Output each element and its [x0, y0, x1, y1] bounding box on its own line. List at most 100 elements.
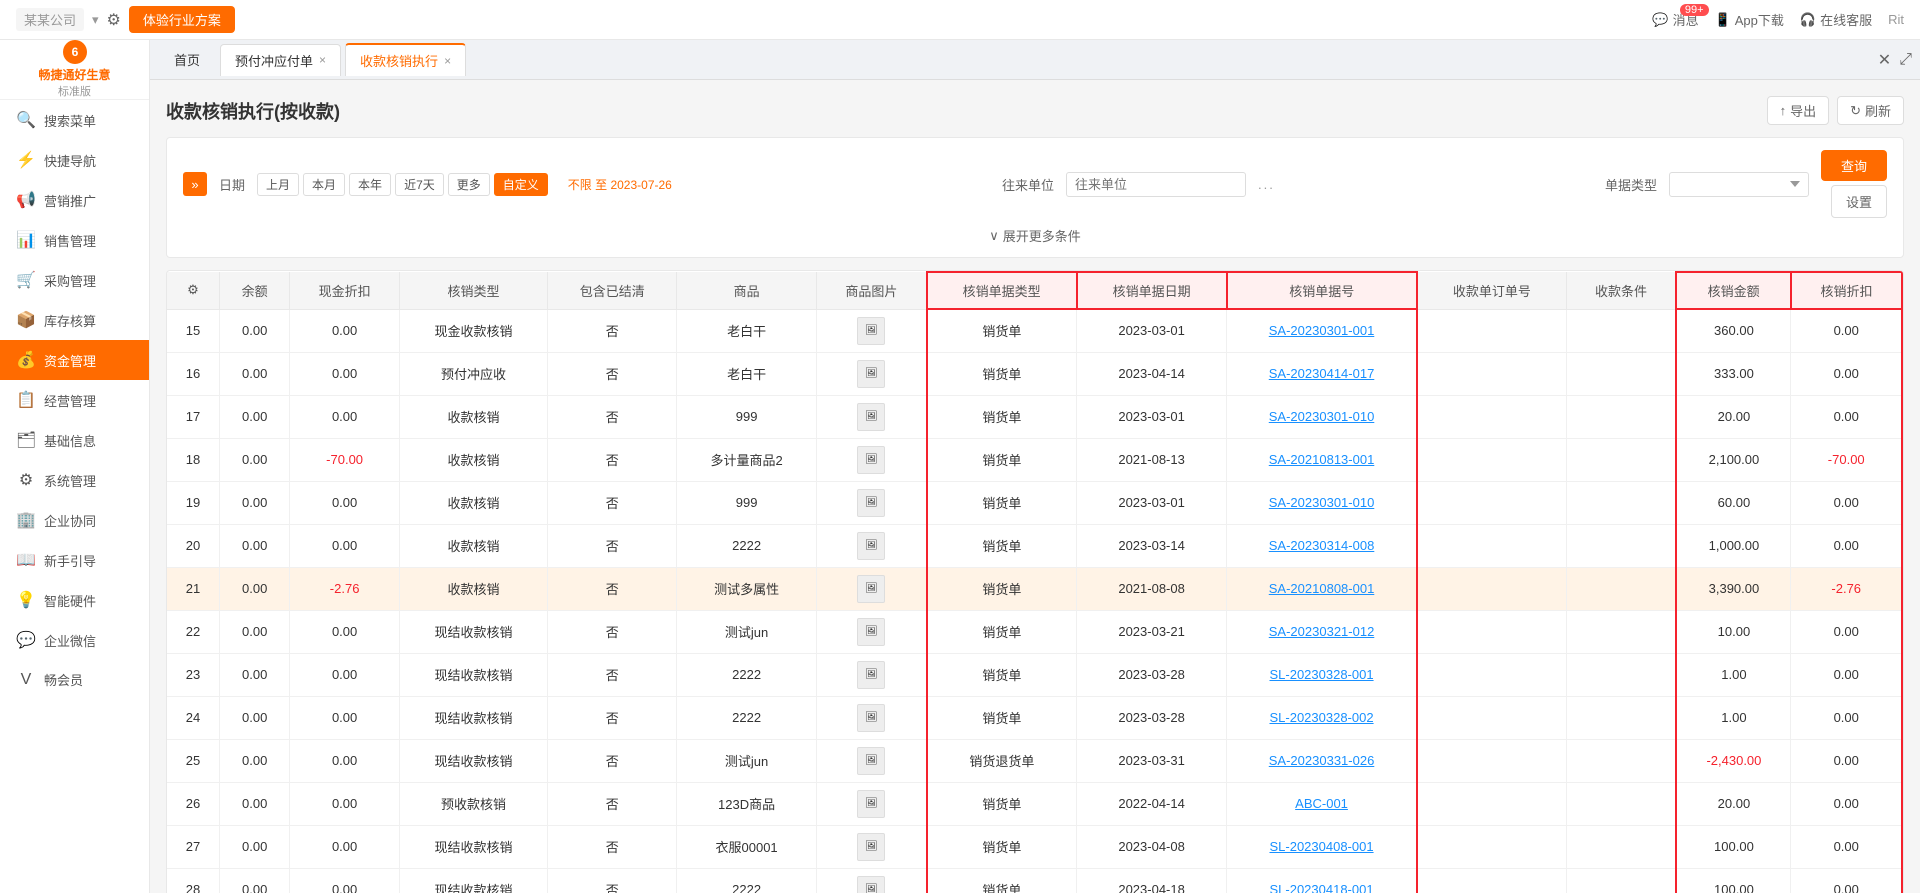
sidebar-item-1[interactable]: ⚡快捷导航: [0, 140, 149, 180]
sidebar-item-14[interactable]: V畅会员: [0, 660, 149, 699]
td-verify-bill-no[interactable]: SL-20230328-002: [1227, 696, 1417, 739]
sidebar-icon-7: 📋: [16, 390, 36, 410]
app-download-btn[interactable]: 📱 App下载: [1715, 10, 1784, 29]
query-btn[interactable]: 查询: [1821, 150, 1887, 181]
logo-main-text: 畅捷通好生意: [38, 66, 110, 83]
tab-verify[interactable]: 收款核销执行 ×: [345, 43, 466, 76]
td-balance: 0.00: [219, 868, 289, 893]
td-included-settled: 否: [548, 567, 677, 610]
td-verify-bill-no[interactable]: SA-20210813-001: [1227, 438, 1417, 481]
td-verify-discount: 0.00: [1791, 782, 1902, 825]
sidebar-item-10[interactable]: 🏢企业协同: [0, 500, 149, 540]
td-verify-type: 现金收款核销: [399, 309, 547, 352]
goods-img: 🖼: [857, 532, 885, 560]
td-verify-bill-no[interactable]: SA-20230331-026: [1227, 739, 1417, 782]
sidebar-item-7[interactable]: 📋经营管理: [0, 380, 149, 420]
td-id: 24: [167, 696, 219, 739]
app-label: App下载: [1735, 10, 1784, 29]
from-unit-input[interactable]: [1066, 172, 1246, 197]
td-goods-img: 🖼: [816, 610, 926, 653]
td-goods: 2222: [677, 868, 817, 893]
company-selector[interactable]: 某某公司: [16, 8, 84, 31]
td-verify-bill-no[interactable]: ABC-001: [1227, 782, 1417, 825]
td-verify-bill-no[interactable]: SL-20230328-001: [1227, 653, 1417, 696]
tab-verify-label: 收款核销执行: [360, 51, 438, 70]
online-service-btn[interactable]: 🎧 在线客服: [1800, 10, 1872, 29]
sidebar-label-2: 营销推广: [44, 191, 96, 210]
td-verify-bill-type: 销货单: [927, 610, 1077, 653]
sidebar-item-9[interactable]: ⚙系统管理: [0, 460, 149, 500]
sidebar-item-13[interactable]: 💬企业微信: [0, 620, 149, 660]
td-verify-type: 收款核销: [399, 524, 547, 567]
date-btn-last-month[interactable]: 上月: [257, 173, 299, 196]
th-verify-amount: 核销金额: [1676, 272, 1791, 309]
industry-btn[interactable]: 体验行业方案: [129, 6, 235, 33]
expand-label: 展开更多条件: [1003, 226, 1081, 245]
sidebar-item-3[interactable]: 📊销售管理: [0, 220, 149, 260]
filter-expand-arrow[interactable]: »: [183, 172, 207, 196]
sidebar-icon-8: 🗂: [16, 430, 36, 450]
sidebar-item-4[interactable]: 🛒采购管理: [0, 260, 149, 300]
top-bar: 某某公司 ▾ ⚙ 体验行业方案 💬 消息 99+ 📱 App下载 🎧 在线客服 …: [0, 0, 1920, 40]
td-verify-bill-type: 销货退货单: [927, 739, 1077, 782]
export-btn[interactable]: ↑ 导出: [1767, 96, 1830, 125]
goods-img: 🖼: [857, 446, 885, 474]
bill-type-select[interactable]: [1669, 172, 1809, 197]
page-header: 收款核销执行(按收款) ↑ 导出 ↻ 刷新: [166, 96, 1904, 125]
td-verify-bill-no[interactable]: SA-20230301-010: [1227, 395, 1417, 438]
date-btn-this-year[interactable]: 本年: [349, 173, 391, 196]
sidebar-icon-10: 🏢: [16, 510, 36, 530]
tab-verify-close[interactable]: ×: [444, 54, 451, 68]
td-verify-bill-date: 2023-03-28: [1077, 696, 1227, 739]
td-verify-bill-no[interactable]: SL-20230408-001: [1227, 825, 1417, 868]
td-verify-bill-no[interactable]: SA-20210808-001: [1227, 567, 1417, 610]
td-receipt-order-no: [1417, 352, 1566, 395]
sidebar-item-0[interactable]: 🔍搜索菜单: [0, 100, 149, 140]
td-receipt-condition: [1566, 395, 1676, 438]
td-balance: 0.00: [219, 567, 289, 610]
sidebar-item-8[interactable]: 🗂基础信息: [0, 420, 149, 460]
td-verify-bill-type: 销货单: [927, 481, 1077, 524]
tab-home[interactable]: 首页: [158, 44, 216, 75]
expand-more-btn[interactable]: ∨ 展开更多条件: [183, 226, 1887, 245]
td-verify-type: 现结收款核销: [399, 868, 547, 893]
date-btn-7days[interactable]: 近7天: [395, 173, 444, 196]
td-verify-bill-no[interactable]: SA-20230414-017: [1227, 352, 1417, 395]
td-cash-discount: 0.00: [290, 782, 399, 825]
td-id: 19: [167, 481, 219, 524]
date-buttons: 上月 本月 本年 近7天 更多 自定义: [257, 173, 548, 196]
tab-expand-btn[interactable]: ⤢: [1899, 51, 1912, 69]
tab-prepay-close[interactable]: ×: [319, 53, 326, 67]
sidebar-icon-13: 💬: [16, 630, 36, 650]
td-verify-bill-no[interactable]: SA-20230301-010: [1227, 481, 1417, 524]
refresh-btn[interactable]: ↻ 刷新: [1837, 96, 1904, 125]
td-balance: 0.00: [219, 524, 289, 567]
th-setting[interactable]: ⚙: [167, 272, 219, 309]
td-verify-amount: 2,100.00: [1676, 438, 1791, 481]
th-receipt-order-no: 收款单订单号: [1417, 272, 1566, 309]
td-balance: 0.00: [219, 782, 289, 825]
td-verify-bill-no[interactable]: SA-20230314-008: [1227, 524, 1417, 567]
td-verify-bill-no[interactable]: SA-20230321-012: [1227, 610, 1417, 653]
date-btn-custom[interactable]: 自定义: [494, 173, 548, 196]
date-btn-more[interactable]: 更多: [448, 173, 490, 196]
sidebar-item-6[interactable]: 💰资金管理: [0, 340, 149, 380]
tab-prepay[interactable]: 预付冲应付单 ×: [220, 44, 341, 76]
td-receipt-order-no: [1417, 438, 1566, 481]
td-verify-bill-no[interactable]: SA-20230301-001: [1227, 309, 1417, 352]
sidebar-item-12[interactable]: 💡智能硬件: [0, 580, 149, 620]
sidebar-item-5[interactable]: 📦库存核算: [0, 300, 149, 340]
sidebar-item-11[interactable]: 📖新手引导: [0, 540, 149, 580]
td-balance: 0.00: [219, 395, 289, 438]
td-verify-bill-no[interactable]: SL-20230418-001: [1227, 868, 1417, 893]
gear-icon[interactable]: ⚙: [107, 10, 121, 30]
message-btn[interactable]: 💬 消息 99+: [1652, 10, 1698, 29]
sidebar-item-2[interactable]: 📢营销推广: [0, 180, 149, 220]
settings-btn[interactable]: 设置: [1831, 185, 1887, 218]
goods-img: 🖼: [857, 790, 885, 818]
td-goods-img: 🖼: [816, 309, 926, 352]
td-balance: 0.00: [219, 438, 289, 481]
date-btn-this-month[interactable]: 本月: [303, 173, 345, 196]
filter-dots: ...: [1258, 177, 1275, 192]
tab-close-btn[interactable]: ✕: [1878, 50, 1891, 70]
